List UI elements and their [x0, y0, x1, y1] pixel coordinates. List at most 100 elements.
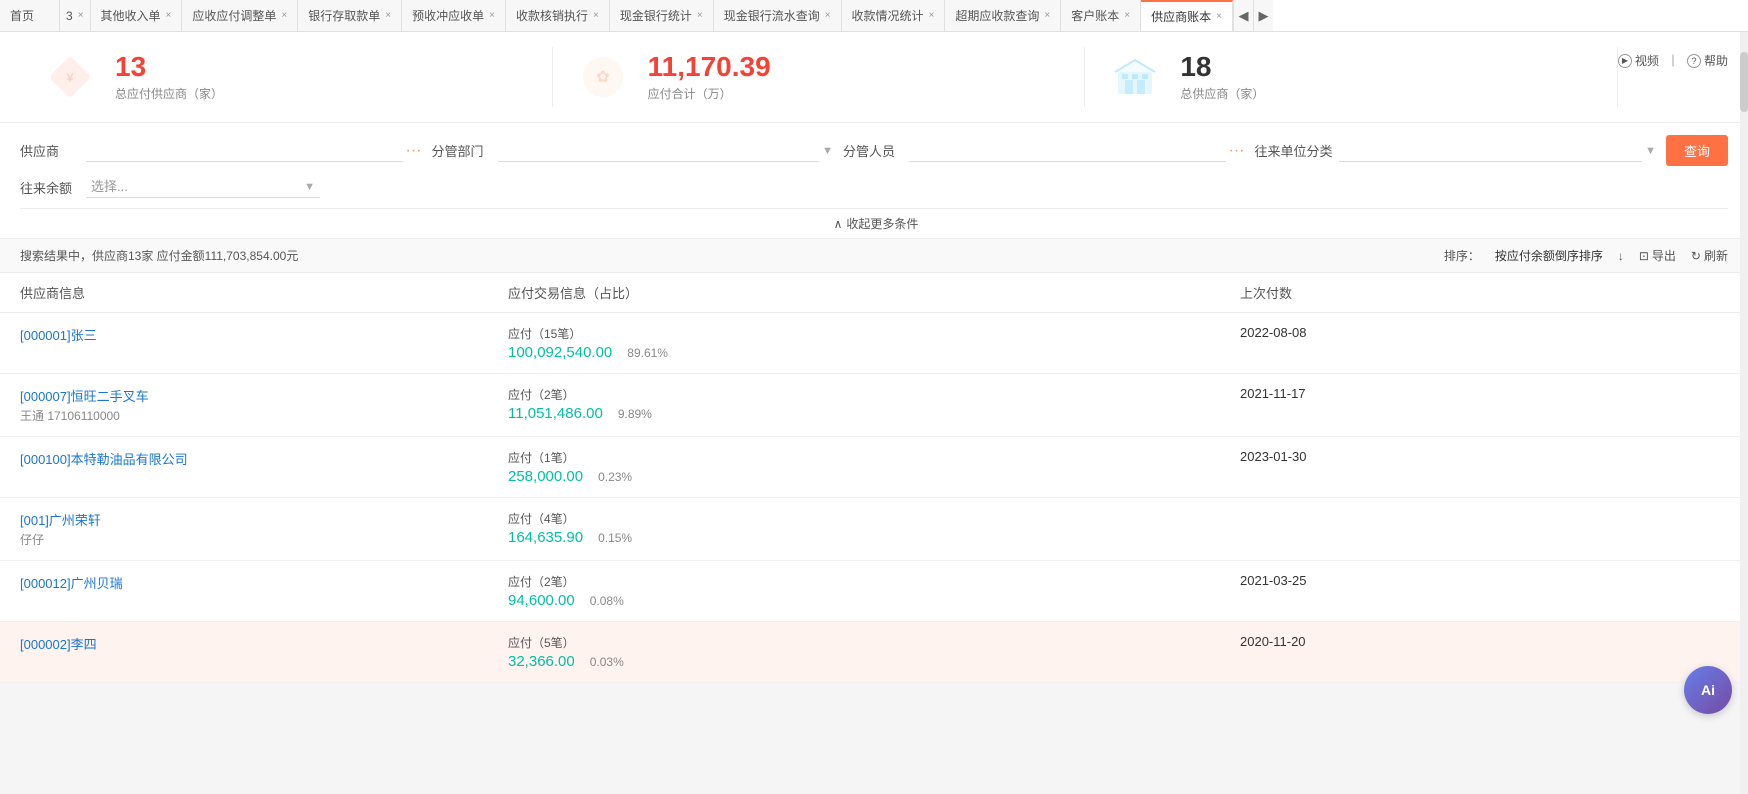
scrollbar[interactable] — [1740, 32, 1748, 794]
tab-other-income[interactable]: 其他收入单 × — [91, 0, 183, 32]
close-icon[interactable]: × — [1124, 10, 1130, 21]
transaction-amount[interactable]: 32,366.00 — [508, 653, 575, 670]
supplier-link[interactable]: [000100]本特勒油品有限公司 — [20, 452, 188, 467]
category-dropdown-icon[interactable]: ▼ — [1645, 145, 1656, 157]
supplier-info-cell: [000007]恒旺二手叉车 王通 17106110000 — [20, 386, 508, 424]
supplier-link[interactable]: [000012]广州贝瑞 — [20, 576, 123, 591]
transaction-type: 应付（2笔） — [508, 386, 1240, 403]
tab-bar: 首页 3 × 其他收入单 × 应收应付调整单 × 银行存取款单 × 预收冲应收单… — [0, 0, 1748, 32]
table-row[interactable]: [001]广州荣轩 仔仔 应付（4笔） 164,635.90 0.15% — [0, 498, 1748, 561]
collapse-more-button[interactable]: ∧ 收起更多条件 — [20, 208, 1728, 238]
ai-button[interactable]: Ai — [1684, 666, 1732, 714]
supplier-input[interactable] — [86, 140, 403, 162]
close-icon[interactable]: × — [825, 10, 831, 21]
payable-suppliers-label: 总应付供应商（家） — [115, 85, 223, 102]
person-dots-btn[interactable]: ··· — [1229, 142, 1245, 160]
table-row[interactable]: [000001]张三 应付（15笔） 100,092,540.00 89.61%… — [0, 313, 1748, 374]
close-icon[interactable]: × — [78, 10, 84, 21]
header-supplier-info: 供应商信息 — [20, 283, 508, 302]
close-icon[interactable]: × — [697, 10, 703, 21]
close-icon[interactable]: × — [929, 10, 935, 21]
tab-nav-left[interactable]: ◀ — [1233, 0, 1253, 32]
person-field: 分管人员 ··· — [843, 140, 1245, 162]
tab-customer-ledger[interactable]: 客户账本 × — [1061, 0, 1141, 32]
tab-3[interactable]: 3 × — [60, 0, 91, 32]
table-row[interactable]: [000002]李四 应付（5笔） 32,366.00 0.03% 2020-1… — [0, 622, 1748, 683]
sort-label: 排序： — [1444, 247, 1480, 264]
tab-collection-stats[interactable]: 收款情况统计 × — [842, 0, 946, 32]
close-icon[interactable]: × — [281, 10, 287, 21]
department-dropdown-icon[interactable]: ▼ — [822, 145, 833, 157]
supplier-link[interactable]: [000002]李四 — [20, 637, 97, 652]
help-circle-icon: ? — [1687, 54, 1701, 68]
scrollbar-thumb[interactable] — [1740, 52, 1748, 112]
supplier-dots-btn[interactable]: ··· — [406, 142, 422, 160]
query-button[interactable]: 查询 — [1666, 135, 1728, 166]
header-last-payment: 上次付数 — [1240, 283, 1728, 302]
total-suppliers-number: 18 — [1180, 52, 1264, 83]
transaction-info-cell: 应付（4笔） 164,635.90 0.15% — [508, 510, 1240, 546]
transaction-info-cell: 应付（2笔） 94,600.00 0.08% — [508, 573, 1240, 609]
last-payment-cell: 2022-08-08 — [1240, 325, 1728, 340]
transaction-amount[interactable]: 100,092,540.00 — [508, 344, 612, 361]
search-bar: 供应商 ··· 分管部门 ▼ 分管人员 ··· 往来单位分类 ▼ 查询 往来余额… — [0, 123, 1748, 239]
last-payment-date: 2022-08-08 — [1240, 325, 1307, 340]
tab-bank-deposit[interactable]: 银行存取款单 × — [298, 0, 402, 32]
collapse-label: 收起更多条件 — [846, 215, 918, 232]
refresh-button[interactable]: ↻ 刷新 — [1691, 247, 1728, 264]
close-icon[interactable]: × — [1044, 10, 1050, 21]
top-right-links: ▶ 视频 ｜ ? 帮助 — [1618, 47, 1728, 69]
transaction-percent: 0.15% — [598, 531, 632, 545]
close-icon[interactable]: × — [489, 10, 495, 21]
transaction-amount[interactable]: 164,635.90 — [508, 529, 583, 546]
video-link[interactable]: ▶ 视频 — [1618, 52, 1659, 69]
last-payment-date: 2023-01-30 — [1240, 449, 1307, 464]
supplier-link[interactable]: [000007]恒旺二手叉车 — [20, 389, 149, 404]
collapse-up-icon: ∧ — [834, 217, 843, 231]
close-icon[interactable]: × — [385, 10, 391, 21]
transaction-amount[interactable]: 11,051,486.00 — [508, 405, 603, 422]
tab-collection-exec[interactable]: 收款核销执行 × — [506, 0, 610, 32]
tab-home[interactable]: 首页 — [0, 0, 60, 32]
tab-nav-right[interactable]: ▶ — [1253, 0, 1273, 32]
transaction-amount[interactable]: 94,600.00 — [508, 592, 575, 609]
transaction-info-cell: 应付（1笔） 258,000.00 0.23% — [508, 449, 1240, 485]
department-input[interactable] — [498, 140, 820, 162]
close-icon[interactable]: × — [1216, 11, 1222, 22]
close-icon[interactable]: × — [166, 10, 172, 21]
summary-bar: ¥ 13 总应付供应商（家） ✿ 11,170.39 应付合计（万） — [0, 32, 1748, 123]
close-icon[interactable]: × — [593, 10, 599, 21]
balance-field: 往来余额 选择... ▼ — [20, 176, 320, 198]
refresh-label: 刷新 — [1704, 247, 1728, 264]
transaction-type: 应付（1笔） — [508, 449, 1240, 466]
table-row[interactable]: [000007]恒旺二手叉车 王通 17106110000 应付（2笔） 11,… — [0, 374, 1748, 437]
total-suppliers-label: 总供应商（家） — [1180, 85, 1264, 102]
balance-select[interactable]: 选择... — [86, 176, 320, 198]
tab-cash-bank-stats[interactable]: 现金银行统计 × — [610, 0, 714, 32]
person-input[interactable] — [909, 140, 1226, 162]
supplier-info-cell: [000002]李四 — [20, 634, 508, 653]
supplier-link[interactable]: [000001]张三 — [20, 328, 97, 343]
tab-overdue-query[interactable]: 超期应收款查询 × — [945, 0, 1061, 32]
table-row[interactable]: [000012]广州贝瑞 应付（2笔） 94,600.00 0.08% 2021… — [0, 561, 1748, 622]
category-label: 往来单位分类 — [1255, 141, 1333, 160]
sort-value[interactable]: 按应付余额倒序排序 — [1495, 247, 1603, 264]
export-button[interactable]: ⊡ 导出 — [1639, 247, 1676, 264]
supplier-link[interactable]: [001]广州荣轩 — [20, 513, 101, 528]
tab-advance-receive[interactable]: 预收冲应收单 × — [402, 0, 506, 32]
last-payment-cell: 2021-11-17 — [1240, 386, 1728, 401]
export-label: 导出 — [1652, 247, 1676, 264]
last-payment-date: 2020-11-20 — [1240, 634, 1306, 649]
help-link[interactable]: ? 帮助 — [1687, 52, 1728, 69]
tab-adjust[interactable]: 应收应付调整单 × — [182, 0, 298, 32]
category-input[interactable] — [1339, 140, 1643, 162]
last-payment-date: 2021-11-17 — [1240, 386, 1306, 401]
header-transaction-info: 应付交易信息（占比） — [508, 283, 1240, 302]
result-summary-text: 搜索结果中，供应商13家 应付金额111,703,854.00元 — [20, 247, 298, 264]
export-icon: ⊡ — [1639, 249, 1649, 263]
tab-cash-bank-flow[interactable]: 现金银行流水查询 × — [714, 0, 842, 32]
transaction-amount[interactable]: 258,000.00 — [508, 468, 583, 485]
transaction-percent: 89.61% — [627, 346, 668, 360]
table-row[interactable]: [000100]本特勒油品有限公司 应付（1笔） 258,000.00 0.23… — [0, 437, 1748, 498]
tab-supplier-ledger[interactable]: 供应商账本 × — [1141, 0, 1233, 32]
